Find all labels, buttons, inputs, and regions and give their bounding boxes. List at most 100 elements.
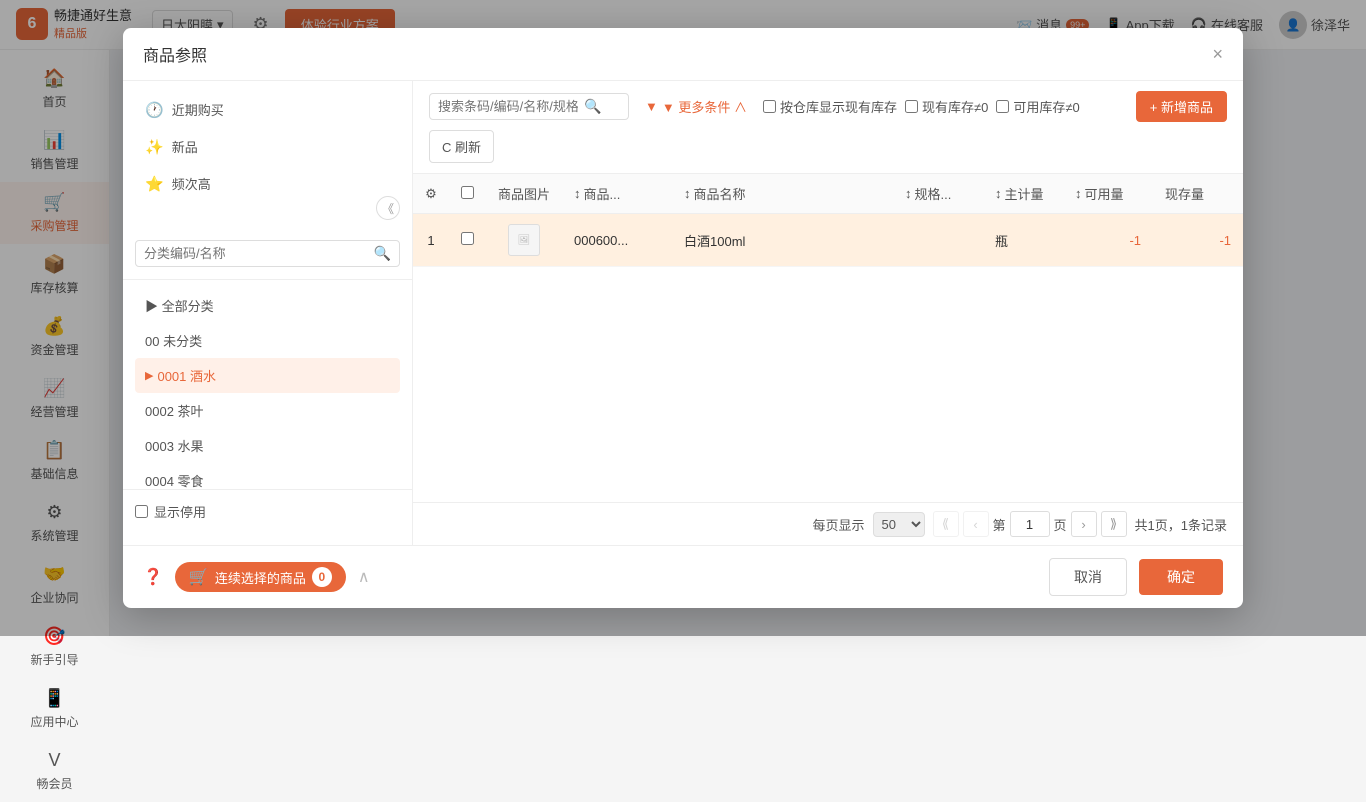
product-table-area: ⚙ 商品图片 bbox=[413, 174, 1243, 502]
sidebar-item-apps[interactable]: 📱 应用中心 bbox=[0, 678, 109, 740]
more-filter-label: ▼ 更多条件 ∧ bbox=[662, 97, 747, 116]
category-0003-label: 0003 水果 bbox=[145, 436, 204, 455]
product-table: ⚙ 商品图片 bbox=[413, 174, 1243, 267]
cart-count-badge: 0 bbox=[312, 567, 332, 587]
select-all-checkbox[interactable] bbox=[461, 186, 474, 199]
add-product-btn[interactable]: + 新增商品 bbox=[1136, 91, 1227, 122]
tab-new-label: 新品 bbox=[172, 137, 198, 156]
modal-header: 商品参照 × bbox=[123, 28, 1243, 81]
row-spec bbox=[893, 214, 983, 267]
tab-recent-label: 近期购买 bbox=[172, 100, 224, 119]
category-item-0001[interactable]: ▶ 0001 酒水 bbox=[135, 358, 400, 393]
prev-page-btn[interactable]: ‹ bbox=[963, 511, 989, 537]
category-0004-label: 0004 零食 bbox=[145, 471, 204, 489]
image-icon: 🖼 bbox=[518, 235, 531, 246]
row-avail: -1 bbox=[1063, 214, 1153, 267]
col-name[interactable]: ↕ 商品名称 bbox=[672, 174, 893, 214]
category-search-box: 🔍 bbox=[135, 240, 400, 267]
category-item-0003[interactable]: 0003 水果 bbox=[135, 428, 400, 463]
col-checkbox bbox=[449, 174, 486, 214]
page-size-label: 每页显示 bbox=[812, 515, 864, 534]
row-name: 白酒100ml bbox=[672, 214, 893, 267]
category-search-icon[interactable]: 🔍 bbox=[374, 245, 391, 262]
sidebar-item-member[interactable]: V 畅会员 bbox=[0, 740, 109, 802]
category-list: ▶ 全部分类 00 未分类 ▶ 0001 酒水 0002 茶叶 bbox=[123, 288, 412, 489]
modal-body: 🕐 近期购买 ✨ 新品 ⭐ 频次高 bbox=[123, 81, 1243, 545]
right-toolbar: 🔍 ▼ ▼ 更多条件 ∧ 按仓库显示现有库存 bbox=[413, 81, 1243, 174]
category-item-0002[interactable]: 0002 茶叶 bbox=[135, 393, 400, 428]
col-code[interactable]: ↕ 商品... bbox=[562, 174, 672, 214]
category-search-input[interactable] bbox=[144, 246, 368, 261]
category-arrow-icon: ▶ bbox=[145, 369, 153, 382]
page-size-select[interactable]: 50 20 100 bbox=[873, 512, 925, 537]
help-icon[interactable]: ❓ bbox=[143, 567, 163, 587]
page-number-input[interactable] bbox=[1010, 511, 1050, 537]
confirm-button[interactable]: 确定 bbox=[1139, 559, 1223, 595]
member-icon: V bbox=[48, 750, 60, 771]
show-disabled-checkbox[interactable] bbox=[135, 505, 148, 518]
refresh-btn[interactable]: C 刷新 bbox=[429, 130, 494, 163]
sidebar-item-label: 应用中心 bbox=[30, 713, 78, 730]
show-disabled-label[interactable]: 显示停用 bbox=[154, 502, 206, 521]
col-stock[interactable]: 现存量 bbox=[1153, 174, 1243, 214]
next-page-btn[interactable]: › bbox=[1071, 511, 1097, 537]
last-page-btn[interactable]: ⟫ bbox=[1101, 511, 1127, 537]
cart-area[interactable]: 🛒 连续选择的商品 0 bbox=[175, 562, 346, 592]
usable-stock-checkbox[interactable] bbox=[996, 100, 1009, 113]
product-search-input[interactable] bbox=[438, 99, 578, 114]
row-code: 000600... bbox=[562, 214, 672, 267]
modal-footer: ❓ 🛒 连续选择的商品 0 ∧ 取消 确定 bbox=[123, 545, 1243, 608]
frequent-icon: ⭐ bbox=[145, 175, 164, 193]
has-stock-checkbox[interactable] bbox=[905, 100, 918, 113]
more-filter-btn[interactable]: ▼ ▼ 更多条件 ∧ bbox=[637, 93, 755, 120]
row-stock: -1 bbox=[1153, 214, 1243, 267]
tab-frequent-label: 频次高 bbox=[172, 174, 211, 193]
row-seq: 1 bbox=[413, 214, 449, 267]
total-info: 共1页，1条记录 bbox=[1135, 515, 1227, 534]
apps-icon: 📱 bbox=[43, 688, 65, 709]
cart-icon: 🛒 bbox=[189, 567, 209, 587]
product-search-box: 🔍 bbox=[429, 93, 629, 120]
collapse-footer-icon[interactable]: ∧ bbox=[358, 567, 370, 587]
modal-close-button[interactable]: × bbox=[1212, 44, 1223, 65]
product-search-icon[interactable]: 🔍 bbox=[584, 98, 601, 115]
table-row[interactable]: 1 🖼 bbox=[413, 214, 1243, 267]
collapse-panel-button[interactable]: 《 bbox=[376, 196, 400, 220]
category-0001-label: 0001 酒水 bbox=[157, 366, 216, 385]
category-item-all[interactable]: ▶ 全部分类 bbox=[135, 288, 400, 323]
right-panel: 🔍 ▼ ▼ 更多条件 ∧ 按仓库显示现有库存 bbox=[413, 81, 1243, 545]
pagination-bar: 每页显示 50 20 100 ⟪ ‹ 第 页 bbox=[413, 502, 1243, 545]
tab-new-products[interactable]: ✨ 新品 bbox=[135, 130, 400, 163]
table-header-row: ⚙ 商品图片 bbox=[413, 174, 1243, 214]
category-item-0004[interactable]: 0004 零食 bbox=[135, 463, 400, 489]
row-unit: 瓶 bbox=[983, 214, 1063, 267]
first-page-btn[interactable]: ⟪ bbox=[933, 511, 959, 537]
row-checkbox-cell[interactable] bbox=[449, 214, 486, 267]
category-item-00[interactable]: 00 未分类 bbox=[135, 323, 400, 358]
page-unit: 页 bbox=[1054, 515, 1067, 534]
tab-frequent[interactable]: ⭐ 频次高 bbox=[135, 167, 400, 200]
has-stock-filter[interactable]: 现有库存≠0 bbox=[905, 97, 988, 116]
cart-label: 连续选择的商品 bbox=[215, 568, 306, 587]
modal-overlay: 商品参照 × 🕐 近期购买 ✨ bbox=[0, 0, 1366, 636]
row-select-checkbox[interactable] bbox=[461, 232, 474, 245]
page-label: 第 bbox=[993, 515, 1006, 534]
col-spec[interactable]: ↕ 规格... bbox=[893, 174, 983, 214]
modal-title: 商品参照 bbox=[143, 42, 207, 66]
category-all-label: ▶ 全部分类 bbox=[145, 296, 214, 315]
col-avail[interactable]: ↕ 可用量 bbox=[1063, 174, 1153, 214]
gear-icon[interactable]: ⚙ bbox=[425, 186, 437, 201]
recent-icon: 🕐 bbox=[145, 101, 164, 119]
tab-recent-purchase[interactable]: 🕐 近期购买 bbox=[135, 93, 400, 126]
cancel-button[interactable]: 取消 bbox=[1049, 558, 1127, 596]
usable-stock-filter[interactable]: 可用库存≠0 bbox=[996, 97, 1079, 116]
new-icon: ✨ bbox=[145, 138, 164, 156]
by-warehouse-checkbox[interactable] bbox=[763, 100, 776, 113]
col-unit[interactable]: ↕ 主计量 bbox=[983, 174, 1063, 214]
page-nav: ⟪ ‹ 第 页 › ⟫ bbox=[933, 511, 1127, 537]
category-00-label: 00 未分类 bbox=[145, 331, 202, 350]
sidebar-item-label: 畅会员 bbox=[36, 775, 72, 792]
col-image: 商品图片 bbox=[486, 174, 562, 214]
by-warehouse-filter[interactable]: 按仓库显示现有库存 bbox=[763, 97, 897, 116]
col-settings: ⚙ bbox=[413, 174, 449, 214]
